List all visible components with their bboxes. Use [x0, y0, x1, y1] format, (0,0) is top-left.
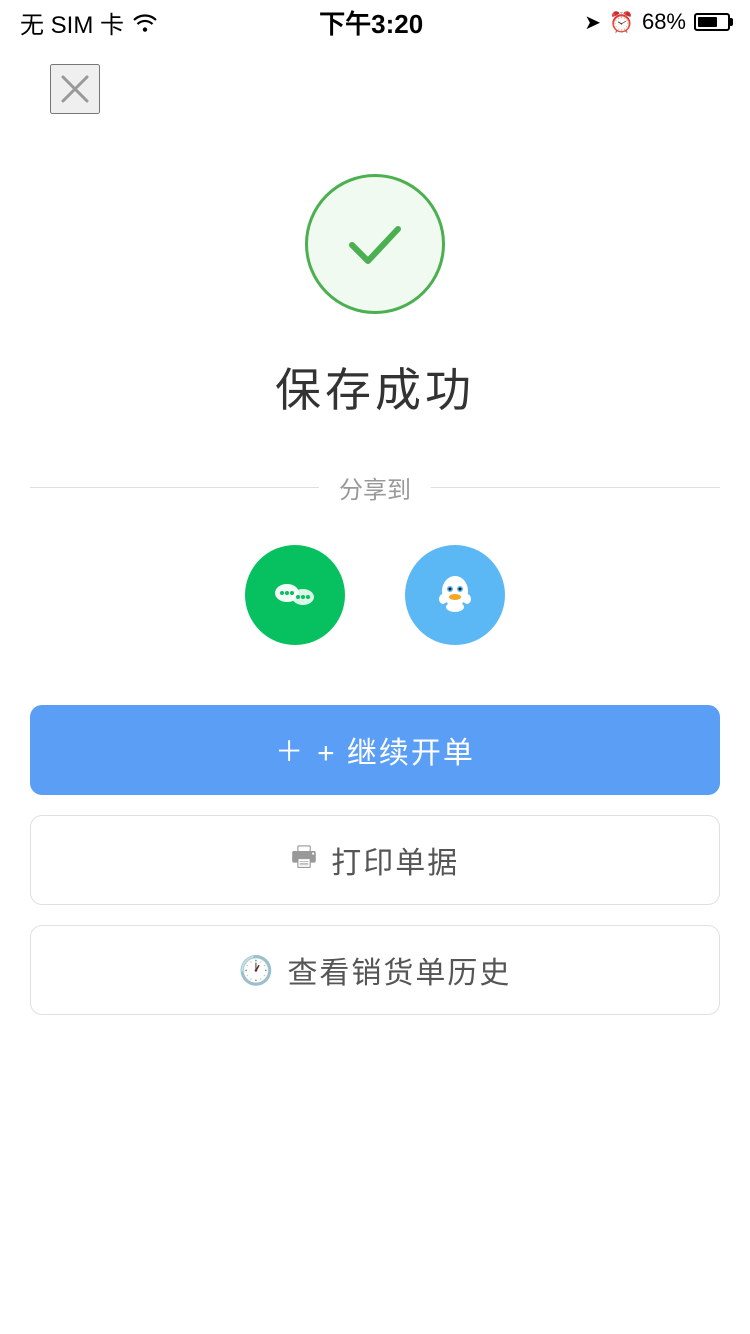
close-button[interactable]	[50, 64, 100, 114]
alarm-icon: ⏰	[609, 10, 634, 35]
wechat-share-button[interactable]	[245, 545, 345, 645]
status-right: ➤ ⏰ 68%	[584, 9, 730, 35]
action-buttons: ＋ + 继续开单 🖶 打印单据 🕐 查看销货单历史	[30, 705, 720, 1015]
share-divider: 分享到	[30, 470, 720, 505]
success-title: 保存成功	[275, 354, 475, 420]
wifi-icon	[132, 12, 158, 32]
close-icon	[59, 73, 91, 105]
share-label: 分享到	[339, 470, 411, 505]
battery-icon	[694, 13, 730, 31]
success-circle	[305, 174, 445, 314]
divider-line-left	[30, 487, 319, 488]
battery-percent: 68%	[642, 9, 686, 35]
qq-icon	[427, 567, 483, 623]
main-content: 保存成功 分享到	[0, 44, 750, 1334]
share-icons	[245, 545, 505, 645]
print-label: 打印单据	[331, 838, 459, 882]
history-label: 查看销货单历史	[287, 948, 511, 992]
location-icon: ➤	[584, 10, 601, 35]
checkmark-icon	[340, 209, 410, 279]
continue-order-label: + 继续开单	[317, 728, 475, 772]
carrier-text: 无 SIM 卡	[20, 5, 124, 40]
plus-icon: ＋	[275, 730, 305, 770]
status-bar: 无 SIM 卡 下午3:20 ➤ ⏰ 68%	[0, 0, 750, 44]
qq-share-button[interactable]	[405, 545, 505, 645]
continue-order-button[interactable]: ＋ + 继续开单	[30, 705, 720, 795]
status-carrier: 无 SIM 卡	[20, 5, 158, 40]
history-button[interactable]: 🕐 查看销货单历史	[30, 925, 720, 1015]
divider-line-right	[431, 487, 720, 488]
status-time: 下午3:20	[319, 4, 423, 41]
wechat-icon	[267, 567, 323, 623]
print-icon: 🖶	[291, 836, 319, 884]
print-button[interactable]: 🖶 打印单据	[30, 815, 720, 905]
history-icon: 🕐	[239, 954, 276, 987]
